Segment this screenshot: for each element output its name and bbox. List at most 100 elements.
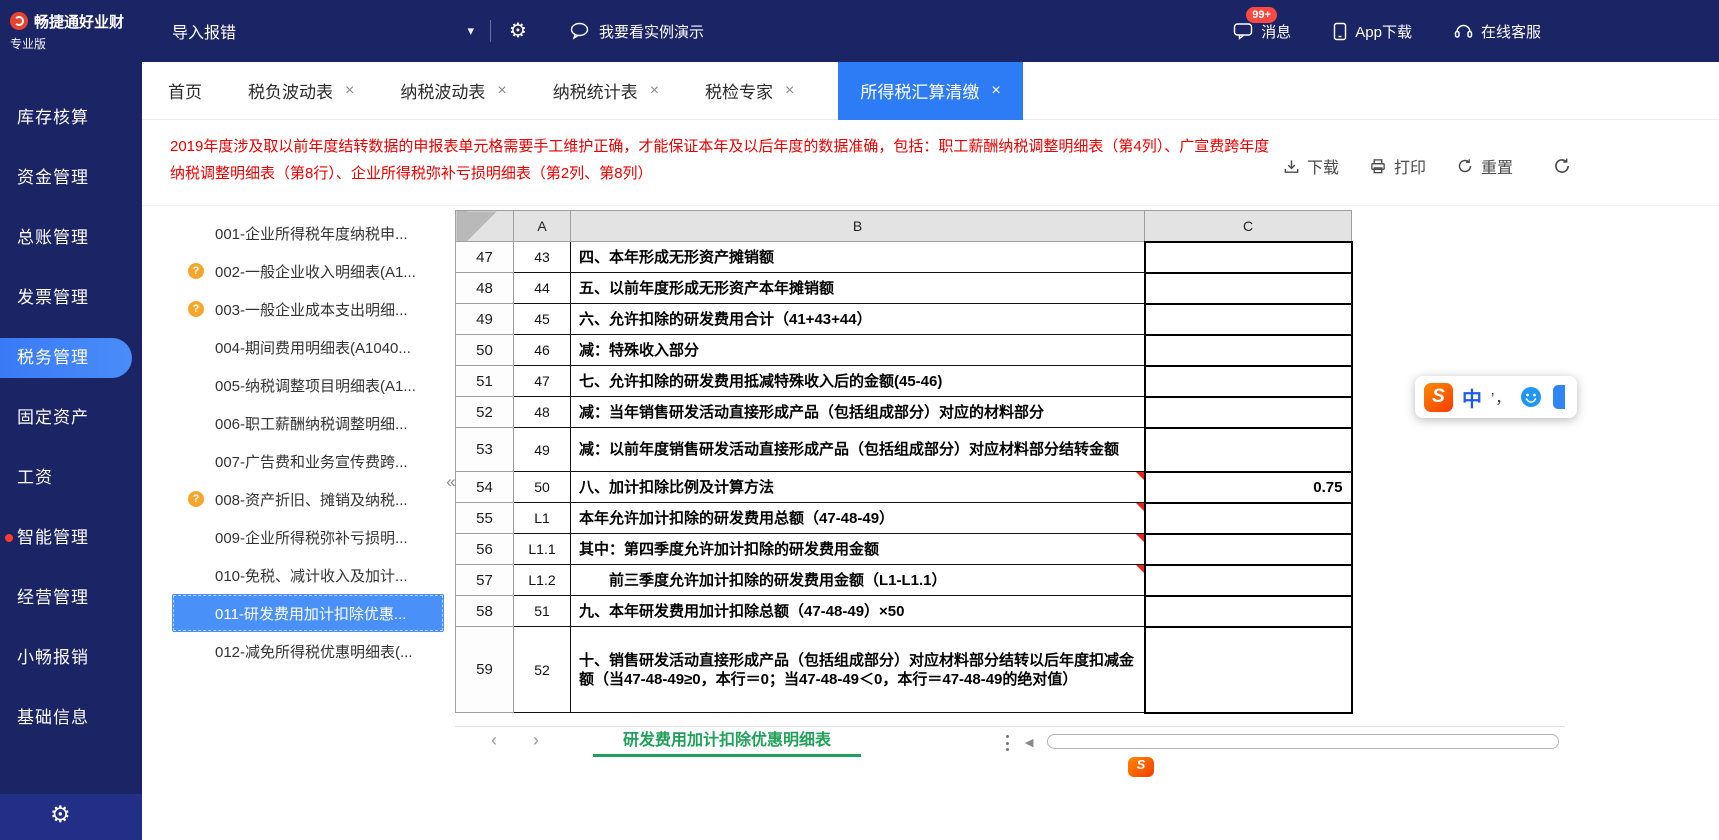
form-item-008[interactable]: ? 008-资产折旧、摊销及纳税...: [172, 480, 444, 518]
row-number[interactable]: 49: [455, 303, 514, 335]
row-number[interactable]: 53: [455, 427, 514, 472]
sheet-nav-left-icon[interactable]: ‹: [491, 730, 497, 751]
cell-b[interactable]: 五、以前年度形成无形资产本年摊销额: [570, 272, 1145, 304]
refresh-button[interactable]: [1552, 156, 1572, 181]
cell-b-with-comment[interactable]: 其中：第四季度允许加计扣除的研发费用金额: [570, 533, 1145, 565]
cell-a[interactable]: 48: [513, 396, 571, 428]
cell-b[interactable]: 减：当年销售研发活动直接形成产品（包括组成部分）对应的材料部分: [570, 396, 1145, 428]
more-options-icon[interactable]: [999, 734, 1015, 752]
cell-b[interactable]: 六、允许扣除的研发费用合计（41+43+44）: [570, 303, 1145, 335]
tab-tax-burden[interactable]: 税负波动表 ×: [246, 62, 356, 120]
sidebar-item-ledger[interactable]: 总账管理: [0, 218, 142, 258]
cell-b[interactable]: 减：特殊收入部分: [570, 334, 1145, 366]
select-all-corner[interactable]: [455, 210, 514, 242]
column-header-c[interactable]: C: [1144, 210, 1352, 242]
cell-b-with-comment[interactable]: 本年允许加计扣除的研发费用总额（47-48-49）: [570, 502, 1145, 534]
column-header-b[interactable]: B: [570, 210, 1145, 242]
cell-c[interactable]: [1143, 594, 1353, 628]
sidebar-item-operations[interactable]: 经营管理: [0, 578, 142, 618]
cell-c[interactable]: [1143, 271, 1353, 305]
close-icon[interactable]: ×: [991, 82, 1000, 99]
demo-link[interactable]: 我要看实例演示: [569, 21, 704, 42]
cell-c[interactable]: [1143, 532, 1353, 566]
form-item-004[interactable]: 004-期间费用明细表(A1040...: [172, 328, 444, 366]
cell-a[interactable]: 49: [513, 427, 571, 472]
app-download-button[interactable]: App下载: [1333, 21, 1412, 42]
close-icon[interactable]: ×: [497, 82, 506, 99]
cell-a[interactable]: 45: [513, 303, 571, 335]
sidebar-item-funds[interactable]: 资金管理: [0, 158, 142, 198]
cell-c[interactable]: [1143, 395, 1353, 429]
cell-c[interactable]: [1143, 364, 1353, 398]
help-icon[interactable]: ?: [188, 301, 204, 317]
horizontal-scrollbar[interactable]: [1047, 734, 1559, 749]
tab-tax-expert[interactable]: 税检专家 ×: [703, 62, 796, 120]
form-item-007[interactable]: 007-广告费和业务宣传费跨...: [172, 442, 444, 480]
cell-a[interactable]: 47: [513, 365, 571, 397]
cell-c[interactable]: [1143, 240, 1353, 274]
row-number[interactable]: 57: [455, 564, 514, 596]
help-icon[interactable]: ?: [188, 263, 204, 279]
form-item-003[interactable]: ? 003-一般企业成本支出明细...: [172, 290, 444, 328]
cell-c[interactable]: [1143, 426, 1353, 473]
cell-c[interactable]: 0.75: [1143, 470, 1353, 504]
emoji-icon[interactable]: [1520, 386, 1542, 408]
sheet-nav-right-icon[interactable]: ›: [533, 730, 539, 751]
cell-b-with-comment[interactable]: 八、加计扣除比例及计算方法: [570, 471, 1145, 503]
ime-punctuation-mode[interactable]: ’，: [1491, 387, 1511, 408]
form-item-006[interactable]: 006-职工薪酬纳税调整明细...: [172, 404, 444, 442]
cell-a[interactable]: 43: [513, 241, 571, 273]
cell-b-with-comment[interactable]: 前三季度允许加计扣除的研发费用金额（L1-L1.1）: [570, 564, 1145, 596]
cell-a[interactable]: 52: [513, 626, 571, 713]
cell-a[interactable]: 46: [513, 334, 571, 366]
settings-gear-icon[interactable]: ⚙: [509, 21, 527, 41]
row-number[interactable]: 50: [455, 334, 514, 366]
row-number[interactable]: 58: [455, 595, 514, 627]
sidebar-item-base-info[interactable]: 基础信息: [0, 698, 142, 738]
tab-tax-fluctuation[interactable]: 纳税波动表 ×: [398, 62, 508, 120]
close-icon[interactable]: ×: [650, 82, 659, 99]
cell-a[interactable]: L1.1: [513, 533, 571, 565]
form-item-001[interactable]: 001-企业所得税年度纳税申...: [172, 214, 444, 252]
sidebar-item-smart-mgmt[interactable]: 智能管理: [0, 518, 142, 558]
cell-c[interactable]: [1143, 625, 1353, 714]
sidebar-item-invoice[interactable]: 发票管理: [0, 278, 142, 318]
cell-c[interactable]: [1143, 501, 1353, 535]
form-item-010[interactable]: 010-免税、减计收入及加计...: [172, 556, 444, 594]
cell-b[interactable]: 减：以前年度销售研发活动直接形成产品（包括组成部分）对应材料部分结转金额: [570, 427, 1145, 472]
download-button[interactable]: 下载: [1283, 154, 1339, 178]
row-number[interactable]: 48: [455, 272, 514, 304]
sidebar-item-payroll[interactable]: 工资: [0, 458, 142, 498]
row-number[interactable]: 52: [455, 396, 514, 428]
cell-c[interactable]: [1143, 302, 1353, 336]
row-number[interactable]: 56: [455, 533, 514, 565]
close-icon[interactable]: ×: [345, 82, 354, 99]
sheet-tab[interactable]: 研发费用加计扣除优惠明细表: [593, 727, 862, 757]
print-button[interactable]: 打印: [1369, 154, 1426, 178]
sidebar-gear-icon[interactable]: ⚙: [50, 803, 71, 826]
sidebar-item-tax[interactable]: 税务管理: [0, 338, 132, 378]
tab-tax-statistics[interactable]: 纳税统计表 ×: [551, 62, 661, 120]
reset-button[interactable]: 重置: [1456, 154, 1513, 178]
messages-button[interactable]: 99+ 消息: [1233, 6, 1291, 42]
cell-a[interactable]: 51: [513, 595, 571, 627]
form-item-002[interactable]: ? 002-一般企业收入明细表(A1...: [172, 252, 444, 290]
ime-language-mode[interactable]: 中: [1462, 383, 1482, 412]
tab-home[interactable]: 首页: [166, 62, 204, 120]
form-item-011-selected[interactable]: 011-研发费用加计扣除优惠...: [172, 594, 444, 632]
cell-b[interactable]: 九、本年研发费用加计扣除总额（47-48-49）×50: [570, 595, 1145, 627]
tab-income-tax-settlement[interactable]: 所得税汇算清缴 ×: [838, 61, 1023, 120]
cell-c[interactable]: [1143, 563, 1353, 597]
form-item-012[interactable]: 012-减免所得税优惠明细表(...: [172, 632, 444, 670]
row-number[interactable]: 55: [455, 502, 514, 534]
form-item-005[interactable]: 005-纳税调整项目明细表(A1...: [172, 366, 444, 404]
sidebar-item-inventory[interactable]: 库存核算: [0, 98, 142, 138]
import-error-dropdown[interactable]: 导入报错 ▾: [156, 11, 488, 51]
cell-a[interactable]: L1: [513, 502, 571, 534]
sogou-tray-icon[interactable]: S: [1128, 757, 1154, 777]
column-header-a[interactable]: A: [513, 210, 571, 242]
cell-a[interactable]: L1.2: [513, 564, 571, 596]
form-item-009[interactable]: 009-企业所得税弥补亏损明...: [172, 518, 444, 556]
cell-c[interactable]: [1143, 333, 1353, 367]
cell-b[interactable]: 七、允许扣除的研发费用抵减特殊收入后的金额(45-46): [570, 365, 1145, 397]
